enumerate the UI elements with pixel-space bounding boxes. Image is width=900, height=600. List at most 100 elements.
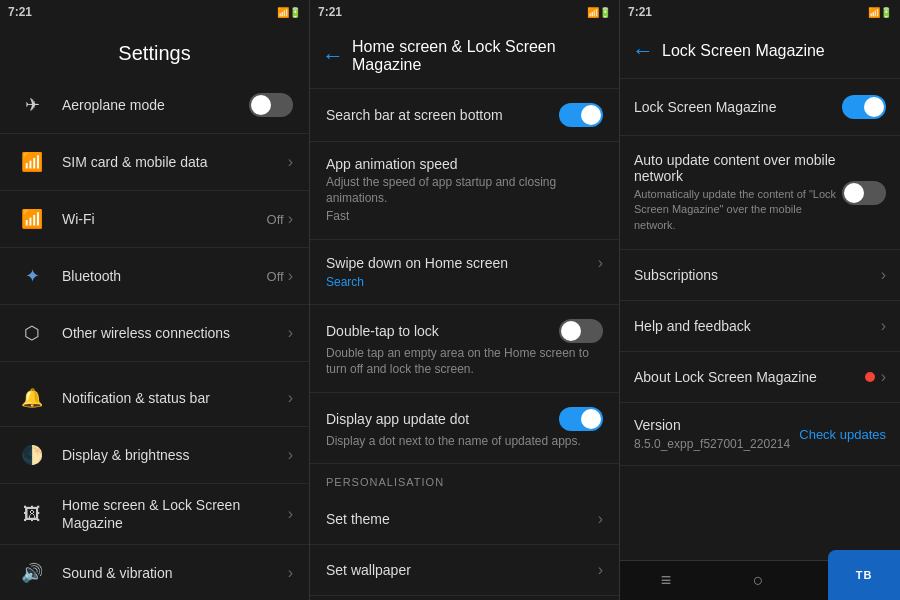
settings-title: Settings	[118, 42, 190, 64]
subscriptions-label-block: Subscriptions	[634, 267, 881, 283]
subscriptions-chevron: ›	[881, 266, 886, 284]
sidebar-item-notification[interactable]: 🔔 Notification & status bar ›	[0, 370, 309, 427]
homescreen-content: Search bar at screen bottom App animatio…	[310, 89, 619, 600]
sim-icon: 📶	[16, 146, 48, 178]
homescreen-back-button[interactable]: ←	[322, 43, 344, 69]
sidebar-item-aeroplane[interactable]: ✈ Aeroplane mode	[0, 77, 309, 134]
notification-label: Notification & status bar	[62, 389, 288, 407]
wifi-chevron: ›	[288, 210, 293, 228]
wifi-icon: 📶	[16, 203, 48, 235]
set-icon-item[interactable]: Set icon style ›	[310, 596, 619, 600]
swipe-down-item[interactable]: Swipe down on Home screen › Search	[310, 240, 619, 306]
aeroplane-toggle-knob	[251, 95, 271, 115]
help-control: ›	[881, 317, 886, 335]
auto-update-label: Auto update content over mobile network	[634, 152, 842, 184]
sidebar-item-sim[interactable]: 📶 SIM card & mobile data ›	[0, 134, 309, 191]
bluetooth-icon: ✦	[16, 260, 48, 292]
help-item[interactable]: Help and feedback ›	[620, 301, 900, 352]
set-wallpaper-chevron: ›	[598, 561, 603, 579]
notification-right: ›	[288, 389, 293, 407]
aeroplane-toggle-container[interactable]	[249, 93, 293, 117]
sound-right: ›	[288, 564, 293, 582]
wireless-icon: ⬡	[16, 317, 48, 349]
version-label: Version	[634, 417, 790, 433]
watermark-text: TB	[856, 569, 873, 581]
sound-label: Sound & vibration	[62, 564, 288, 582]
aeroplane-toggle[interactable]	[249, 93, 293, 117]
set-theme-item[interactable]: Set theme ›	[310, 494, 619, 545]
help-label: Help and feedback	[634, 318, 881, 334]
lock-screen-content: Lock Screen Magazine Auto update content…	[620, 79, 900, 560]
version-left: Version 8.5.0_expp_f527001_220214	[634, 417, 790, 451]
app-update-dot-subtitle: Display a dot next to the name of update…	[326, 434, 603, 450]
sim-chevron: ›	[288, 153, 293, 171]
double-tap-title: Double-tap to lock	[326, 323, 559, 339]
double-tap-subtitle: Double tap an empty area on the Home scr…	[326, 346, 603, 377]
help-label-block: Help and feedback	[634, 318, 881, 334]
lock-screen-mag-label-block: Lock Screen Magazine	[634, 99, 842, 115]
lock-screen-mag-toggle[interactable]	[842, 95, 886, 119]
auto-update-toggle[interactable]	[842, 181, 886, 205]
about-item[interactable]: About Lock Screen Magazine ›	[620, 352, 900, 403]
status-bar-settings: 7:21 📶🔋	[0, 0, 309, 24]
homescreen-right: ›	[288, 505, 293, 523]
app-update-dot-item[interactable]: Display app update dot Display a dot nex…	[310, 393, 619, 465]
double-tap-knob	[561, 321, 581, 341]
settings-header: Settings	[0, 24, 309, 77]
lock-screen-mag-item[interactable]: Lock Screen Magazine	[620, 79, 900, 136]
personalisation-label: PERSONALISATION	[310, 464, 619, 494]
version-row: Version 8.5.0_expp_f527001_220214 Check …	[634, 417, 886, 451]
subscriptions-control: ›	[881, 266, 886, 284]
homescreen-label: Home screen & Lock Screen Magazine	[62, 496, 288, 532]
sim-label: SIM card & mobile data	[62, 153, 288, 171]
wireless-label: Other wireless connections	[62, 324, 288, 342]
aeroplane-label: Aeroplane mode	[62, 96, 249, 114]
app-animation-item[interactable]: App animation speed Adjust the speed of …	[310, 142, 619, 240]
subscriptions-item[interactable]: Subscriptions ›	[620, 250, 900, 301]
auto-update-item[interactable]: Auto update content over mobile network …	[620, 136, 900, 250]
sidebar-item-wireless[interactable]: ⬡ Other wireless connections ›	[0, 305, 309, 362]
sidebar-item-wifi[interactable]: 📶 Wi-Fi Off ›	[0, 191, 309, 248]
subscriptions-label: Subscriptions	[634, 267, 881, 283]
display-right: ›	[288, 446, 293, 464]
sound-icon: 🔊	[16, 557, 48, 589]
double-tap-toggle[interactable]	[559, 319, 603, 343]
app-update-dot-toggle[interactable]	[559, 407, 603, 431]
sidebar-item-display[interactable]: 🌓 Display & brightness ›	[0, 427, 309, 484]
set-wallpaper-title: Set wallpaper	[326, 562, 411, 578]
double-tap-item[interactable]: Double-tap to lock Double tap an empty a…	[310, 305, 619, 392]
homescreen-header: ← Home screen & Lock Screen Magazine	[310, 24, 619, 89]
sidebar-item-homescreen[interactable]: 🖼 Home screen & Lock Screen Magazine ›	[0, 484, 309, 545]
status-time-middle: 7:21	[318, 5, 342, 19]
techbloat-watermark: TB	[828, 550, 900, 600]
status-bar-middle: 7:21 📶🔋	[310, 0, 619, 24]
bottom-nav-menu-icon[interactable]: ≡	[661, 570, 672, 591]
set-theme-chevron: ›	[598, 510, 603, 528]
status-time-settings: 7:21	[8, 5, 32, 19]
bottom-nav-home-icon[interactable]: ○	[753, 570, 764, 591]
auto-update-control[interactable]	[842, 181, 886, 205]
aeroplane-icon: ✈	[16, 89, 48, 121]
sidebar-item-bluetooth[interactable]: ✦ Bluetooth Off ›	[0, 248, 309, 305]
search-bar-toggle[interactable]	[559, 103, 603, 127]
about-chevron: ›	[881, 368, 886, 386]
set-wallpaper-item[interactable]: Set wallpaper ›	[310, 545, 619, 596]
settings-list: ✈ Aeroplane mode 📶 SIM card & mobile dat…	[0, 77, 309, 600]
lock-screen-back-button[interactable]: ←	[632, 38, 654, 64]
sidebar-item-sound[interactable]: 🔊 Sound & vibration ›	[0, 545, 309, 600]
homescreen-title: Home screen & Lock Screen Magazine	[352, 38, 607, 74]
version-value: 8.5.0_expp_f527001_220214	[634, 437, 790, 451]
search-bar-item[interactable]: Search bar at screen bottom	[310, 89, 619, 142]
search-bar-knob	[581, 105, 601, 125]
check-updates-button[interactable]: Check updates	[799, 427, 886, 442]
lock-screen-mag-control[interactable]	[842, 95, 886, 119]
bluetooth-chevron: ›	[288, 267, 293, 285]
swipe-down-chevron: ›	[598, 254, 603, 272]
lock-screen-magazine-panel: 7:21 📶🔋 ← Lock Screen Magazine Lock Scre…	[620, 0, 900, 600]
app-animation-value: Fast	[326, 209, 603, 225]
swipe-down-subtitle: Search	[326, 275, 603, 291]
auto-update-label-block: Auto update content over mobile network …	[634, 152, 842, 233]
app-animation-title: App animation speed	[326, 156, 603, 172]
status-icons-right: 📶🔋	[868, 7, 892, 18]
version-block: Version 8.5.0_expp_f527001_220214 Check …	[620, 403, 900, 466]
